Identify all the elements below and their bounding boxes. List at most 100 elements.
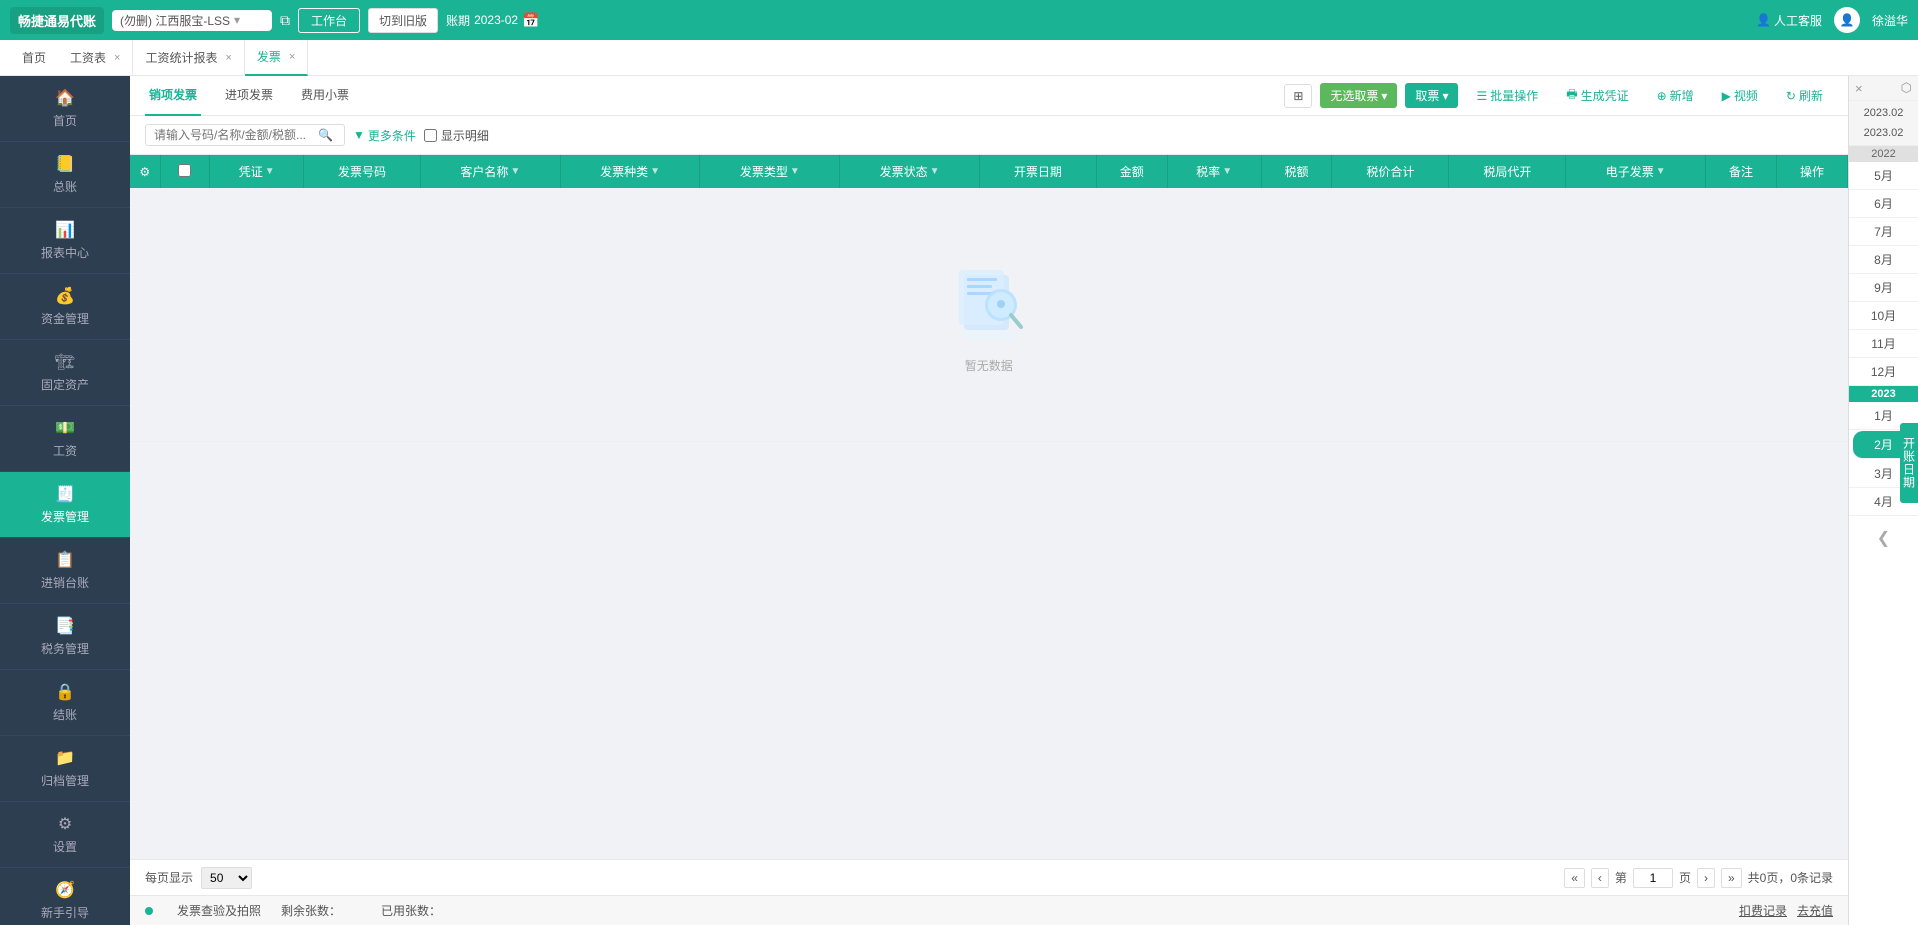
user-avatar[interactable]: 👤 xyxy=(1834,7,1860,33)
col-customer[interactable]: 客户名称▼ xyxy=(420,155,560,188)
sub-tab-sales[interactable]: 销项发票 xyxy=(145,76,201,116)
user-name[interactable]: 徐溢华 xyxy=(1872,12,1908,29)
invoice-category-label: 发票类型 xyxy=(740,163,788,180)
support-button[interactable]: 👤 人工客服 xyxy=(1756,12,1822,29)
sidebar-item-salary[interactable]: 💵 工资 xyxy=(0,406,130,472)
tab-salary-close[interactable]: × xyxy=(114,52,120,64)
period-month-9[interactable]: 9月 xyxy=(1849,274,1918,302)
invoice-status-label: 发票状态 xyxy=(880,163,928,180)
gen-voucher-button[interactable]: 🖶 生成凭证 xyxy=(1556,81,1638,110)
recharge-record-link[interactable]: 扣费记录 xyxy=(1739,902,1787,919)
go-recharge-link[interactable]: 去充值 xyxy=(1797,902,1833,919)
sidebar-tax-label: 税务管理 xyxy=(41,640,89,657)
recent-date-2[interactable]: 2023.02 xyxy=(1849,123,1918,143)
e-invoice-filter-icon: ▼ xyxy=(1656,166,1666,177)
period-month-11[interactable]: 11月 xyxy=(1849,330,1918,358)
sidebar-reports-label: 报表中心 xyxy=(41,244,89,261)
sidebar-item-fixed-assets[interactable]: 🏗 固定资产 xyxy=(0,340,130,406)
col-invoice-category[interactable]: 发票类型▼ xyxy=(700,155,840,188)
sidebar: 🏠 首页 📒 总账 📊 报表中心 💰 资金管理 🏗 固定资产 💵 工资 🧾 发票… xyxy=(0,76,130,925)
search-input[interactable] xyxy=(154,128,314,142)
customer-col-label: 客户名称 xyxy=(460,163,508,180)
page-input[interactable] xyxy=(1633,868,1673,888)
sub-tabs: 销项发票 进项发票 费用小票 ⊞ 无选取票 ▾ 取票 ▾ ☰ xyxy=(130,76,1848,116)
sidebar-item-close-period[interactable]: 🔒 结账 xyxy=(0,670,130,736)
sub-tab-expense[interactable]: 费用小票 xyxy=(297,76,353,116)
sidebar-item-tax-mgmt[interactable]: 📑 税务管理 xyxy=(0,604,130,670)
period-value: 2023-02 xyxy=(474,13,518,27)
last-page-button[interactable]: » xyxy=(1721,868,1742,888)
period-month-10[interactable]: 10月 xyxy=(1849,302,1918,330)
batch-ops-button[interactable]: ☰ 批量操作 xyxy=(1466,83,1548,108)
col-invoice-status[interactable]: 发票状态▼ xyxy=(840,155,980,188)
period-panel-expand[interactable]: ⬡ xyxy=(1901,80,1912,96)
old-version-button[interactable]: 切到旧版 xyxy=(368,8,438,33)
tab-invoice-close[interactable]: × xyxy=(289,51,295,63)
sidebar-item-invoice-mgmt[interactable]: 🧾 发票管理 xyxy=(0,472,130,538)
next-page-button[interactable]: › xyxy=(1697,868,1715,888)
period-month-7[interactable]: 7月 xyxy=(1849,218,1918,246)
no-select-button[interactable]: 无选取票 ▾ xyxy=(1320,83,1397,108)
sidebar-item-newbie[interactable]: 🧭 新手引导 xyxy=(0,868,130,925)
refresh-label: 刷新 xyxy=(1799,87,1823,104)
expand-icon-bottom[interactable]: ❮ xyxy=(1849,520,1918,556)
tab-salary-stat-close[interactable]: × xyxy=(225,52,231,64)
period-panel-close[interactable]: × xyxy=(1855,81,1863,96)
per-page-label: 每页显示 xyxy=(145,869,193,886)
show-detail-checkbox[interactable] xyxy=(424,129,437,142)
invoice-category-filter-icon: ▼ xyxy=(790,166,800,177)
col-voucher[interactable]: 凭证▼ xyxy=(210,155,304,188)
period-month-5[interactable]: 5月 xyxy=(1849,162,1918,190)
filter-button[interactable]: ▼ 更多条件 xyxy=(353,127,416,144)
per-page-select[interactable]: 50 20 100 xyxy=(201,867,252,889)
video-icon: ▶ xyxy=(1722,89,1731,103)
new-label: 新增 xyxy=(1670,87,1694,104)
sub-tab-purchase[interactable]: 进项发票 xyxy=(221,76,277,116)
show-detail-toggle[interactable]: 显示明细 xyxy=(424,127,489,144)
first-page-button[interactable]: « xyxy=(1564,868,1585,888)
recent-date-1[interactable]: 2023.02 xyxy=(1849,103,1918,123)
sidebar-item-funds[interactable]: 💰 资金管理 xyxy=(0,274,130,340)
customer-filter-icon: ▼ xyxy=(510,166,520,177)
prev-page-button[interactable]: ‹ xyxy=(1591,868,1609,888)
invoice-icon: 🧾 xyxy=(55,484,75,504)
tab-salary[interactable]: 工资表 × xyxy=(58,40,133,76)
workspace-button[interactable]: 工作台 xyxy=(298,8,360,33)
period-month-8[interactable]: 8月 xyxy=(1849,246,1918,274)
sidebar-item-general-ledger[interactable]: 📒 总账 xyxy=(0,142,130,208)
col-tax-rate[interactable]: 税率▼ xyxy=(1167,155,1261,188)
tab-invoice[interactable]: 发票 × xyxy=(245,40,308,76)
sidebar-item-sales-ledger[interactable]: 📋 进销台账 xyxy=(0,538,130,604)
sidebar-item-home[interactable]: 🏠 首页 xyxy=(0,76,130,142)
take-ticket-button[interactable]: 取票 ▾ xyxy=(1405,83,1458,108)
period-month-6[interactable]: 6月 xyxy=(1849,190,1918,218)
col-invoice-type[interactable]: 发票种类▼ xyxy=(560,155,700,188)
new-button[interactable]: ⊕ 新增 xyxy=(1647,83,1704,108)
sidebar-item-archive[interactable]: 📁 归档管理 xyxy=(0,736,130,802)
tab-home[interactable]: 首页 xyxy=(10,40,58,76)
open-date-label: 开票日期 xyxy=(1014,165,1062,179)
company-selector[interactable]: (勿删) 江西服宝-LSS ▾ xyxy=(112,10,272,31)
tax-rate-label: 税率 xyxy=(1196,163,1220,180)
sidebar-item-reports[interactable]: 📊 报表中心 xyxy=(0,208,130,274)
sidebar-item-settings[interactable]: ⚙ 设置 xyxy=(0,802,130,868)
copy-icon[interactable]: ⧉ xyxy=(280,12,290,29)
calendar-icon: 📅 xyxy=(522,12,539,29)
col-tax-code: 税局代开 xyxy=(1449,155,1566,188)
col-e-invoice[interactable]: 电子发票▼ xyxy=(1566,155,1706,188)
video-button[interactable]: ▶ 视频 xyxy=(1712,83,1768,108)
tax-mgmt-icon: 📑 xyxy=(55,616,75,636)
select-all-checkbox[interactable] xyxy=(178,164,191,177)
gen-voucher-label: 生成凭证 xyxy=(1581,87,1629,104)
sidebar-salary-label: 工资 xyxy=(53,442,77,459)
col-checkbox[interactable] xyxy=(160,155,210,188)
grid-view-button[interactable]: ⊞ xyxy=(1284,84,1312,108)
home-tab-label: 首页 xyxy=(22,49,46,66)
col-settings[interactable]: ⚙ xyxy=(130,155,160,188)
show-detail-label: 显示明细 xyxy=(441,127,489,144)
period-month-12[interactable]: 12月 xyxy=(1849,358,1918,386)
invoice-table: ⚙ 凭证▼ 发票号码 客户名称▼ 发票种类▼ 发票类型▼ 发票状态▼ 开票日期 … xyxy=(130,155,1848,442)
open-period-button[interactable]: 开账日期 xyxy=(1900,423,1918,503)
refresh-button[interactable]: ↻ 刷新 xyxy=(1776,83,1833,108)
tab-salary-stat[interactable]: 工资统计报表 × xyxy=(133,40,244,76)
